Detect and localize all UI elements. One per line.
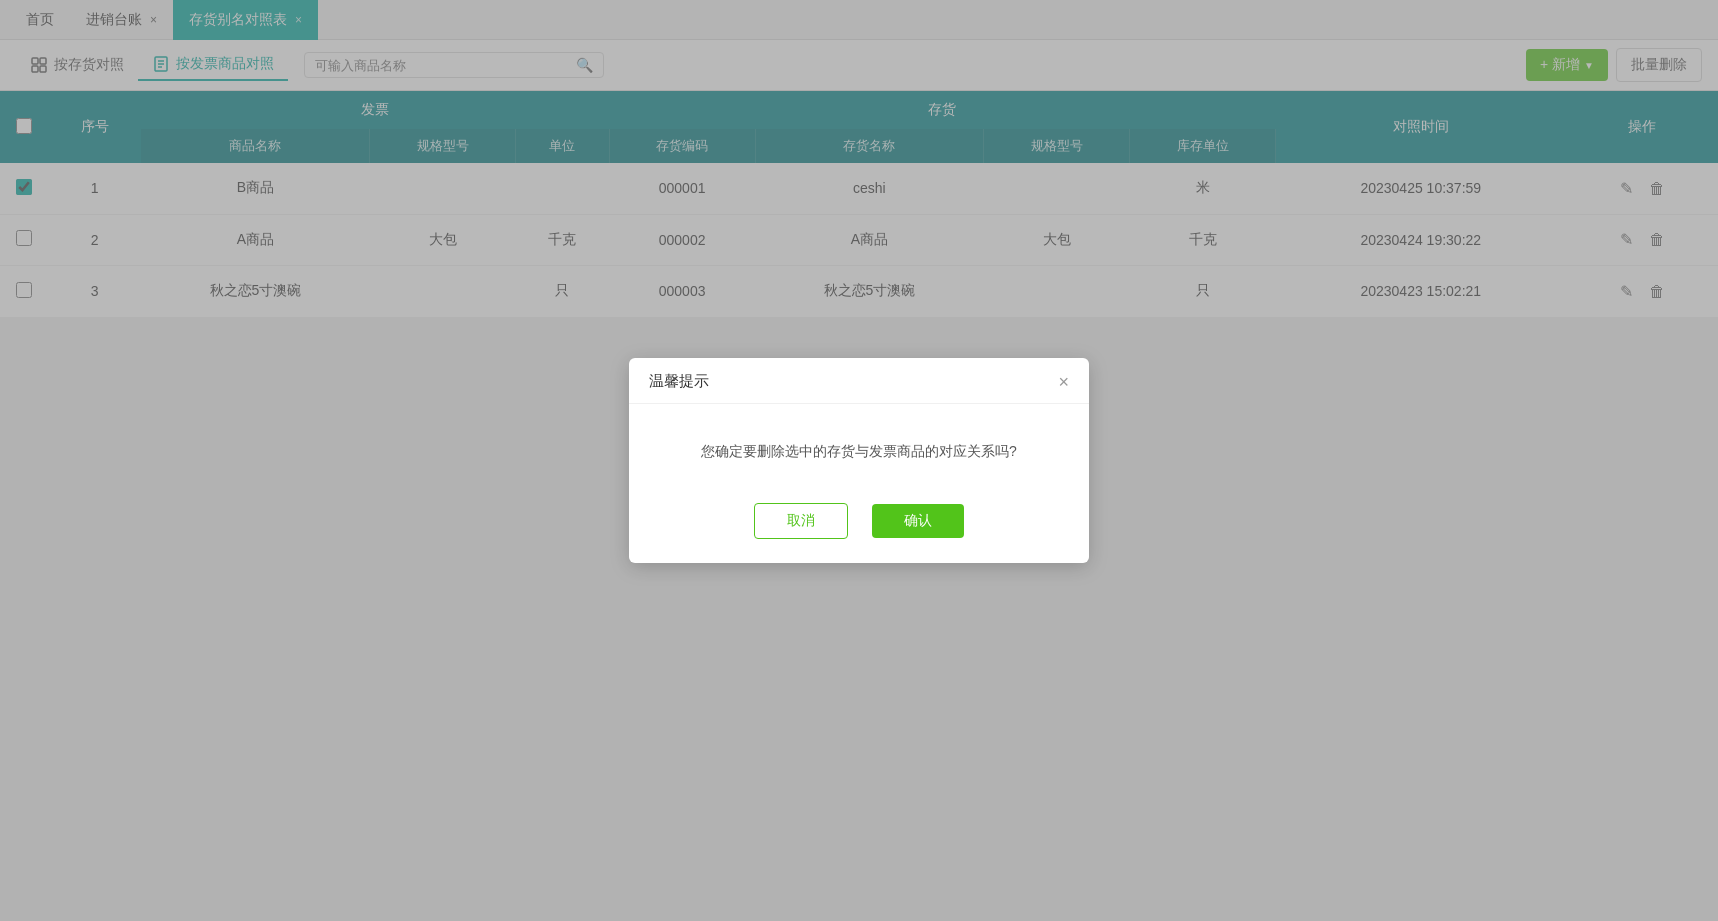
modal-overlay: 温馨提示 × 您确定要删除选中的存货与发票商品的对应关系吗? 取消 确认 — [0, 0, 1718, 318]
